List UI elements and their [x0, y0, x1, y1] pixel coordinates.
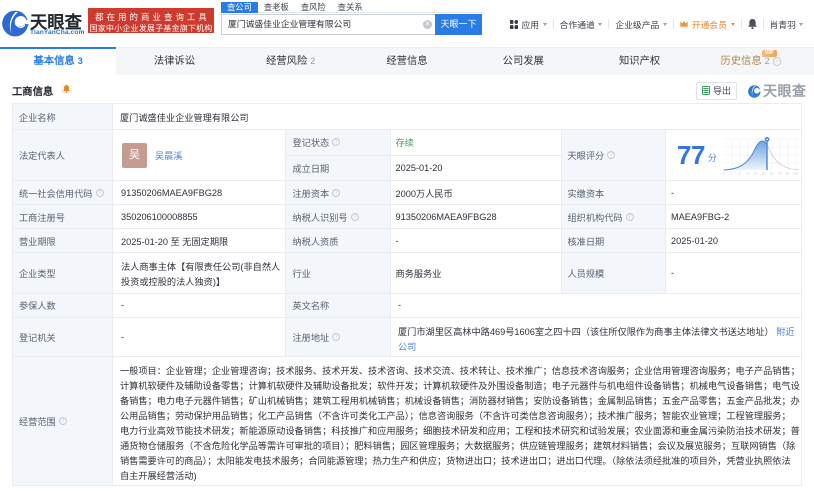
svg-text:70: 70: [778, 171, 782, 175]
svg-text:1: 1: [731, 171, 733, 175]
svg-text:30: 30: [754, 171, 758, 175]
svg-text:5: 5: [739, 171, 741, 175]
svg-text:10: 10: [746, 171, 750, 175]
svg-text:100: 100: [793, 171, 798, 175]
svg-text:0: 0: [723, 171, 725, 175]
svg-text:50: 50: [762, 171, 766, 175]
svg-text:60: 60: [770, 171, 774, 175]
svg-text:90: 90: [786, 171, 790, 175]
